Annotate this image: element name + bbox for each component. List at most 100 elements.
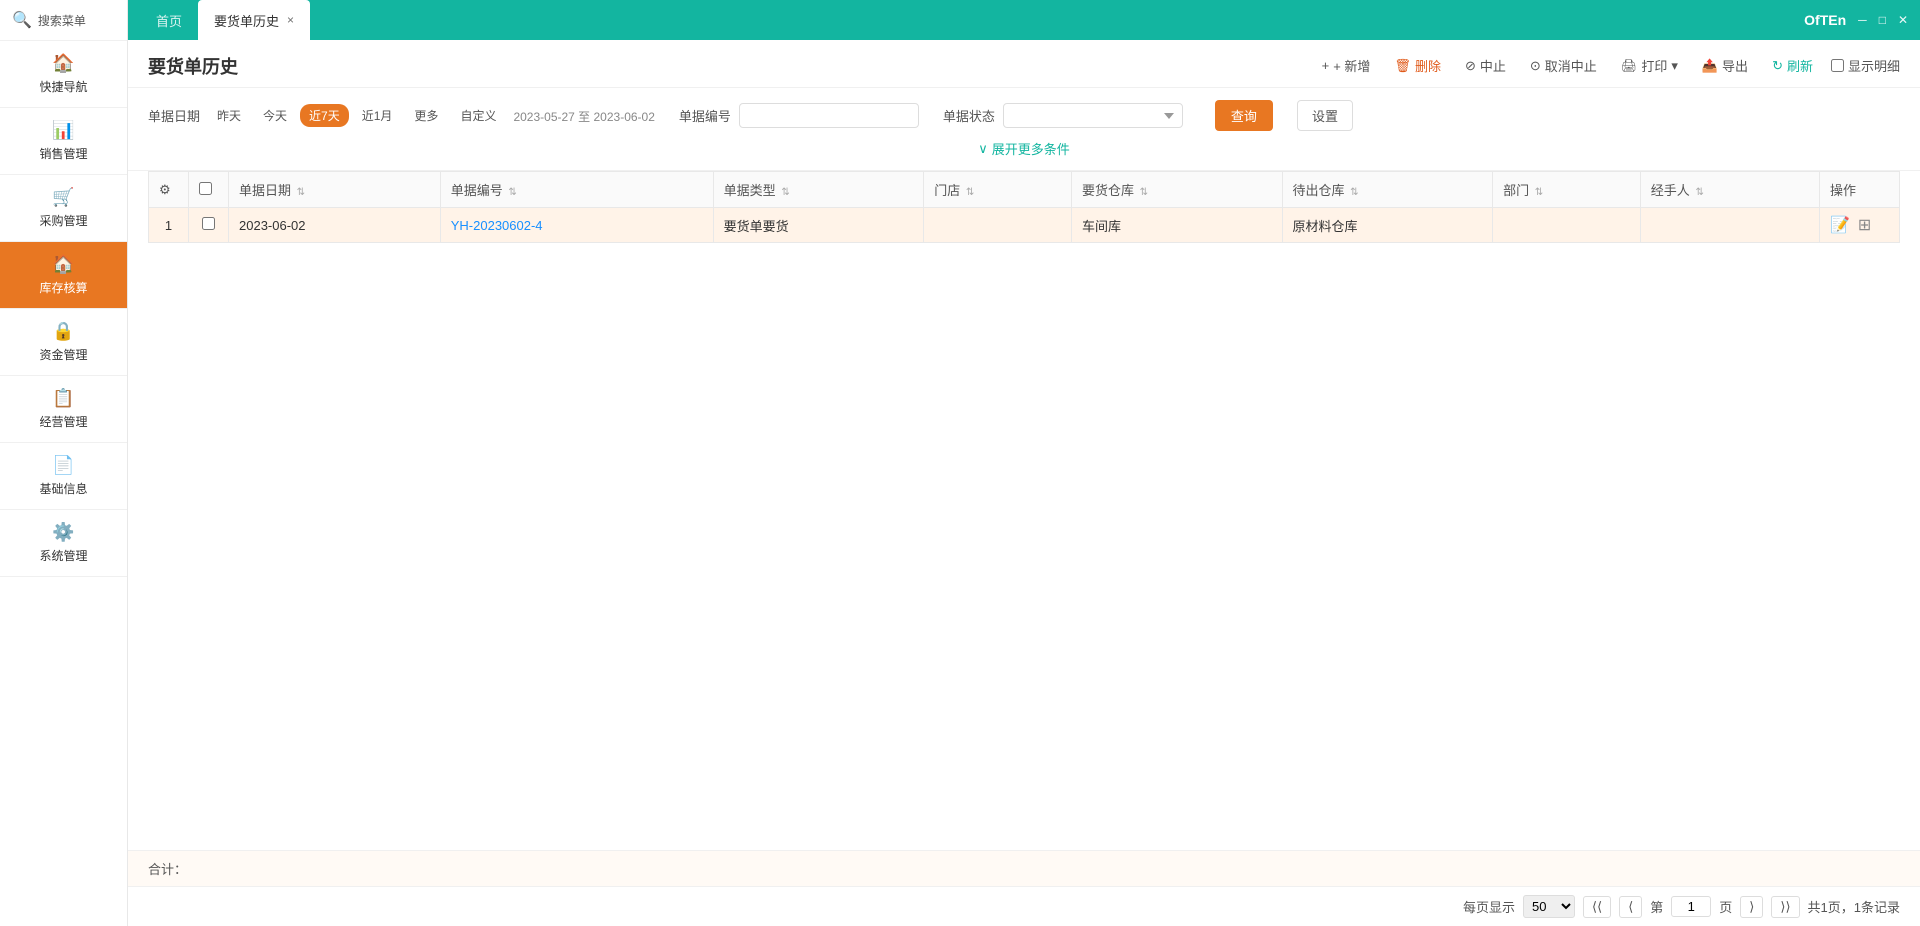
refresh-button[interactable]: ↻ 刷新: [1766, 52, 1819, 79]
tab-home[interactable]: 首页: [140, 0, 198, 40]
row-date: 2023-06-02: [229, 208, 441, 243]
date-custom-btn[interactable]: 自定义: [451, 104, 505, 127]
sidebar-item-label: 资金管理: [39, 346, 87, 363]
sort-docno-icon: ⇅: [508, 187, 516, 198]
sidebar-item-label: 快捷导航: [39, 78, 87, 95]
print-label: 打印: [1641, 56, 1667, 75]
topbar: 首页 要货单历史 × OfTEn ─ □ ✕: [128, 0, 1920, 40]
col-req-warehouse-header[interactable]: 要货仓库 ⇅: [1071, 172, 1282, 208]
clipboard-icon: 📋: [52, 388, 74, 409]
main-area: 首页 要货单历史 × OfTEn ─ □ ✕ 要货单历史 + + 新增 🗑: [128, 0, 1920, 926]
search-menu[interactable]: 🔍 搜索菜单: [0, 0, 127, 41]
toolbar: + + 新增 🗑 删除 ⊘ 中止 ⊙ 取消中止 🖨 打印: [1316, 52, 1900, 79]
col-doctype-header[interactable]: 单据类型 ⇅: [713, 172, 924, 208]
show-detail-checkbox[interactable]: 显示明细: [1831, 56, 1900, 75]
page-number-input[interactable]: [1671, 896, 1711, 917]
print-button[interactable]: 🖨 打印 ▾: [1615, 52, 1684, 79]
delete-button[interactable]: 🗑 删除: [1388, 52, 1447, 79]
new-button[interactable]: + + 新增: [1316, 52, 1377, 79]
col-store-label: 门店: [934, 183, 960, 198]
page-size-label: 每页显示: [1463, 897, 1515, 916]
new-label: + 新增: [1333, 56, 1370, 75]
sort-date-icon: ⇅: [297, 187, 305, 198]
gear-icon: ⚙️: [52, 522, 74, 543]
col-checkbox-header[interactable]: [189, 172, 229, 208]
sidebar-item-purchase[interactable]: 🛒 采购管理: [0, 175, 127, 242]
lock-icon: 🔒: [52, 321, 74, 342]
sidebar-item-inventory[interactable]: 🏠 库存核算: [0, 242, 127, 309]
sort-req-wh-icon: ⇅: [1140, 187, 1148, 198]
table-footer: 合计：: [128, 850, 1920, 886]
row-doctype: 要货单要货: [713, 208, 924, 243]
col-handler-label: 经手人: [1651, 183, 1690, 198]
page-title: 要货单历史: [148, 53, 1316, 79]
date-last7-btn[interactable]: 近7天: [300, 104, 349, 127]
status-select[interactable]: [1003, 103, 1183, 128]
settings-button[interactable]: 设置: [1297, 100, 1353, 131]
date-last-month-btn[interactable]: 近1月: [353, 104, 402, 127]
col-date-header[interactable]: 单据日期 ⇅: [229, 172, 441, 208]
date-more-btn[interactable]: 更多: [405, 104, 447, 127]
minimize-icon[interactable]: ─: [1858, 13, 1867, 27]
search-icon: 🔍: [12, 10, 32, 30]
sidebar-item-label: 系统管理: [39, 547, 87, 564]
col-handler-header[interactable]: 经手人 ⇅: [1640, 172, 1819, 208]
doc-number-input[interactable]: [739, 103, 919, 128]
filter-row-1: 单据日期 昨天 今天 近7天 近1月 更多 自定义 2023-05-27 至 2…: [148, 100, 1900, 131]
tab-close-icon[interactable]: ×: [287, 13, 294, 27]
doc-icon: 📄: [52, 455, 74, 476]
expand-more-btn[interactable]: ∨ 展开更多条件: [148, 139, 1900, 158]
col-settings[interactable]: ⚙: [149, 172, 189, 208]
sidebar-item-label: 经营管理: [39, 413, 87, 430]
export-button[interactable]: 📤 导出: [1696, 52, 1754, 79]
chevron-down-icon: ∨: [978, 141, 988, 157]
stop-button[interactable]: ⊘ 中止: [1459, 52, 1512, 79]
refresh-label: 刷新: [1787, 56, 1813, 75]
table-area: ⚙ 单据日期 ⇅ 单据编号 ⇅ 单据类型 ⇅: [128, 171, 1920, 850]
sidebar-item-operation[interactable]: 📋 经营管理: [0, 376, 127, 443]
query-button[interactable]: 查询: [1215, 100, 1273, 131]
maximize-icon[interactable]: □: [1879, 13, 1886, 27]
status-filter-group: 单据状态: [943, 103, 1191, 128]
tab-requisition-history[interactable]: 要货单历史 ×: [198, 0, 310, 40]
row-checkbox[interactable]: [189, 208, 229, 243]
col-req-warehouse-label: 要货仓库: [1082, 183, 1134, 198]
date-filter-group: 单据日期 昨天 今天 近7天 近1月 更多 自定义 2023-05-27 至 2…: [148, 104, 655, 127]
col-pending-warehouse-header[interactable]: 待出仓库 ⇅: [1282, 172, 1493, 208]
page-label-before: 第: [1650, 897, 1663, 916]
col-docno-header[interactable]: 单据编号 ⇅: [440, 172, 713, 208]
cancel-stop-button[interactable]: ⊙ 取消中止: [1524, 52, 1603, 79]
export-icon: 📤: [1702, 58, 1718, 74]
date-today-btn[interactable]: 今天: [254, 104, 296, 127]
show-detail-input[interactable]: [1831, 59, 1844, 72]
tab-home-label: 首页: [156, 11, 182, 30]
prev-page-button[interactable]: ⟨: [1619, 896, 1642, 918]
print-icon: 🖨: [1621, 58, 1638, 74]
date-yesterday-btn[interactable]: 昨天: [208, 104, 250, 127]
first-page-button[interactable]: ⟨⟨: [1583, 896, 1611, 918]
last-page-button[interactable]: ⟩⟩: [1771, 896, 1799, 918]
sidebar-item-system[interactable]: ⚙️ 系统管理: [0, 510, 127, 577]
sidebar-item-basic[interactable]: 📄 基础信息: [0, 443, 127, 510]
col-doctype-label: 单据类型: [724, 183, 776, 198]
edit-icon[interactable]: 📝: [1830, 215, 1850, 235]
delete-row-icon[interactable]: ⊞: [1858, 215, 1871, 235]
close-window-icon[interactable]: ✕: [1898, 13, 1908, 27]
row-docno[interactable]: YH-20230602-4: [440, 208, 713, 243]
col-dept-header[interactable]: 部门 ⇅: [1493, 172, 1641, 208]
table-header-row: ⚙ 单据日期 ⇅ 单据编号 ⇅ 单据类型 ⇅: [149, 172, 1900, 208]
sidebar-item-finance[interactable]: 🔒 资金管理: [0, 309, 127, 376]
row-docno-link[interactable]: YH-20230602-4: [451, 218, 543, 233]
sidebar-item-quick-nav[interactable]: 🏠 快捷导航: [0, 41, 127, 108]
col-ops-label: 操作: [1830, 183, 1856, 198]
sidebar-item-sales[interactable]: 📊 销售管理: [0, 108, 127, 175]
select-all-checkbox[interactable]: [199, 182, 212, 195]
cart-icon: 🛒: [52, 187, 74, 208]
filter-area: 单据日期 昨天 今天 近7天 近1月 更多 自定义 2023-05-27 至 2…: [128, 88, 1920, 171]
row-num: 1: [149, 208, 189, 243]
col-store-header[interactable]: 门店 ⇅: [924, 172, 1072, 208]
next-page-button[interactable]: ⟩: [1740, 896, 1763, 918]
row-select-checkbox[interactable]: [202, 217, 215, 230]
page-size-select[interactable]: 10 20 50 100: [1523, 895, 1575, 918]
stop-label: 中止: [1480, 56, 1506, 75]
